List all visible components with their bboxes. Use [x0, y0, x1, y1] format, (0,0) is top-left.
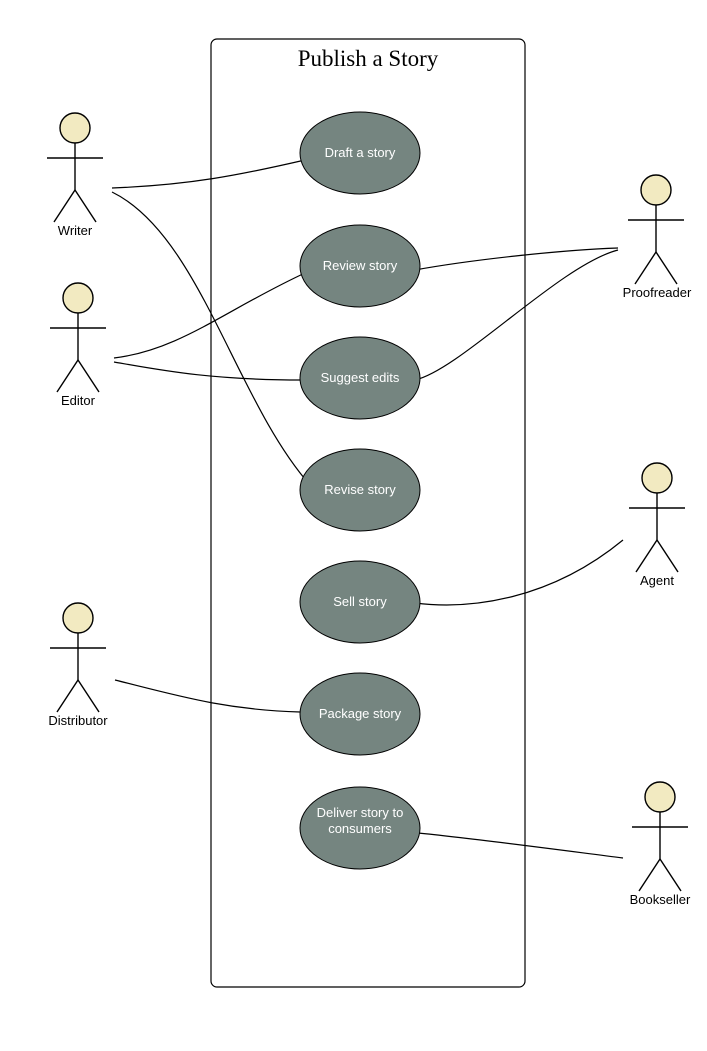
connector-agent-sell [415, 540, 623, 605]
actor-proofreader-figure [628, 175, 684, 284]
usecase-draft [300, 112, 420, 194]
actor-distributor-label: Distributor [38, 713, 118, 728]
actor-bookseller-label: Bookseller [620, 892, 700, 907]
usecase-sell [300, 561, 420, 643]
usecase-suggest [300, 337, 420, 419]
actor-editor-figure [50, 283, 106, 392]
connector-editor-review [114, 273, 305, 358]
connector-proofreader-suggest [415, 250, 618, 380]
connector-writer-draft [112, 160, 305, 188]
actor-writer-label: Writer [45, 223, 105, 238]
usecase-revise [300, 449, 420, 531]
connector-editor-suggest [114, 362, 302, 380]
actor-bookseller-figure [632, 782, 688, 891]
connector-bookseller-deliver [418, 833, 623, 858]
usecase-package [300, 673, 420, 755]
usecase-deliver [300, 787, 420, 869]
system-title: Publish a Story [211, 46, 525, 72]
diagram-svg [0, 0, 707, 1051]
connector-distributor-package [115, 680, 300, 712]
actor-agent-figure [629, 463, 685, 572]
actor-distributor-figure [50, 603, 106, 712]
connector-proofreader-review [415, 248, 618, 270]
actor-writer-figure [47, 113, 103, 222]
diagram-canvas: Publish a Story Draft a story Review sto… [0, 0, 707, 1051]
usecase-review [300, 225, 420, 307]
actor-agent-label: Agent [627, 573, 687, 588]
actor-proofreader-label: Proofreader [612, 285, 702, 300]
actor-editor-label: Editor [48, 393, 108, 408]
